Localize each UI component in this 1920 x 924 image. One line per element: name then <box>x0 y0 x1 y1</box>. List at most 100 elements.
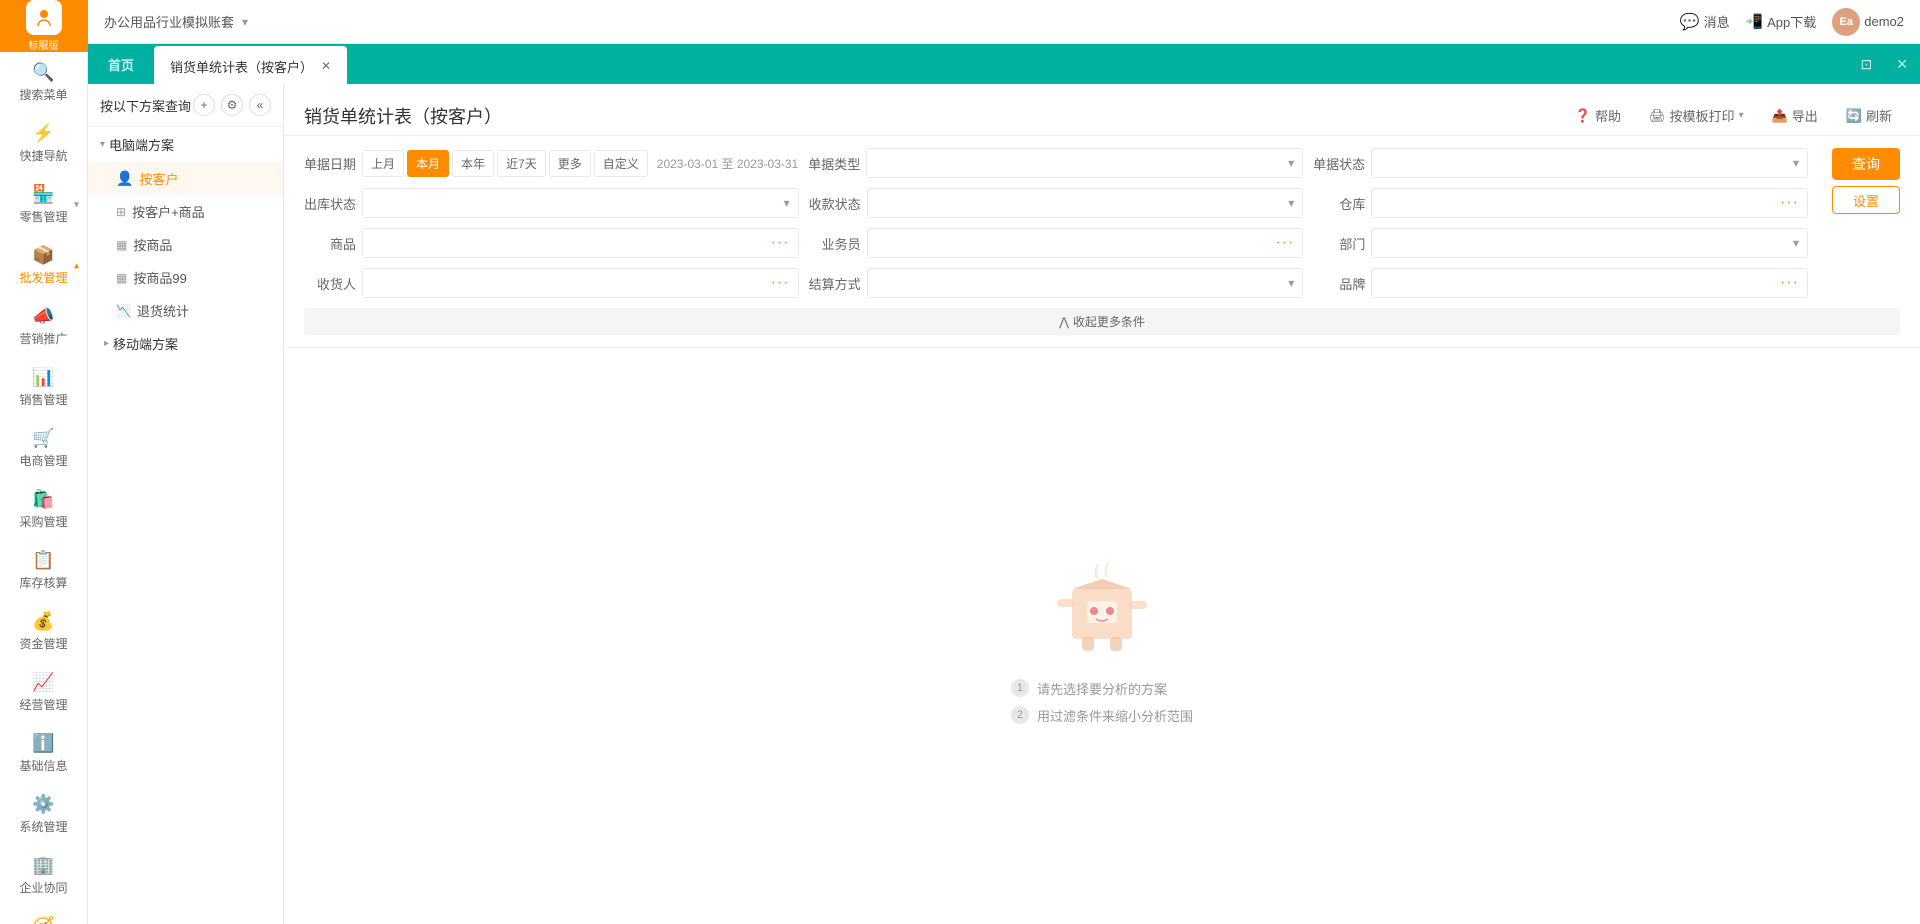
date-filter-cell: 单据日期 上月 本月 本年 近7天 更多 自定义 2023-03-01 至 20… <box>304 150 798 177</box>
sidebar-item-wholesale[interactable]: 📦 批发管理 ▴ <box>0 235 87 296</box>
salesperson-label: 业务员 <box>809 234 861 253</box>
doc-type-select[interactable]: ▾ <box>866 148 1303 178</box>
collapse-bar[interactable]: ⋀ 收起更多条件 <box>304 308 1900 335</box>
sidebar-item-purchase-label: 采购管理 <box>19 513 67 530</box>
sidebar-item-system[interactable]: ⚙️ 系统管理 <box>0 784 87 845</box>
message-btn[interactable]: 💬 消息 <box>1680 12 1730 32</box>
settings-button[interactable]: 设置 <box>1832 186 1900 214</box>
sidebar-item-retail[interactable]: 🏪 零售管理 ▾ <box>0 174 87 235</box>
sidebar-item-search[interactable]: 🔍 搜索菜单 <box>0 52 87 113</box>
date-this-month[interactable]: 本月 <box>407 150 449 177</box>
warehouse-select[interactable]: ··· <box>1371 188 1808 218</box>
by-goods-icon: ▦ <box>116 238 127 252</box>
mobile-section-toggle: ▸ <box>104 338 109 349</box>
sidebar-item-newbie[interactable]: 🧭 新手引导 <box>0 906 87 924</box>
scheme-item-by-customer[interactable]: 👤 按客户 <box>88 162 283 195</box>
date-last-7[interactable]: 近7天 <box>497 150 546 177</box>
collapse-arrow: ⋀ <box>1059 315 1069 329</box>
sidebar-item-marketing[interactable]: 📣 营销推广 <box>0 296 87 357</box>
date-last-month[interactable]: 上月 <box>362 150 404 177</box>
query-button[interactable]: 查询 <box>1832 148 1900 180</box>
tab-home[interactable]: 首页 <box>88 44 154 84</box>
page-header: 销货单统计表（按客户） ❓ 帮助 🖨 按模板打印 ▾ 📤 导出 <box>284 84 1920 136</box>
sidebar-item-ecommerce[interactable]: 🛒 电商管理 <box>0 418 87 479</box>
scheme-item-return-stat[interactable]: 📉 退货统计 <box>88 294 283 327</box>
sidebar-item-basic[interactable]: ℹ️ 基础信息 <box>0 723 87 784</box>
date-more[interactable]: 更多 <box>549 150 591 177</box>
user-profile[interactable]: Ea demo2 <box>1832 8 1904 36</box>
topbar-dropdown-icon[interactable]: ▾ <box>242 15 248 29</box>
tab-close-icon[interactable]: ✕ <box>321 59 331 73</box>
salesperson-cell: 业务员 ··· <box>809 228 1304 258</box>
scheme-item-by-goods[interactable]: ▦ 按商品 <box>88 228 283 261</box>
help-btn[interactable]: ❓ 帮助 <box>1567 102 1629 129</box>
sidebar-item-enterprise[interactable]: 🏢 企业协同 <box>0 845 87 906</box>
settlement-select[interactable]: ▾ <box>867 268 1304 298</box>
doc-type-label: 单据类型 <box>808 154 860 173</box>
wholesale-icon: 📦 <box>32 245 54 266</box>
tab-sales-stat[interactable]: 销货单统计表（按客户） ✕ <box>154 46 347 86</box>
sidebar-item-inventory[interactable]: 📋 库存核算 <box>0 540 87 601</box>
sidebar-item-purchase[interactable]: 🛍️ 采购管理 <box>0 479 87 540</box>
query-btn-group: 查询 设置 <box>1832 148 1900 214</box>
message-label: 消息 <box>1704 12 1730 31</box>
ecommerce-icon: 🛒 <box>32 428 54 449</box>
finance-icon: 💰 <box>32 611 54 632</box>
warehouse-dots: ··· <box>1780 194 1799 212</box>
inventory-icon: 📋 <box>32 550 54 571</box>
salesperson-dots: ··· <box>1275 234 1294 252</box>
scheme-panel-header: 按以下方案查询 + ⚙ « <box>88 84 283 127</box>
brand-select[interactable]: ··· <box>1371 268 1808 298</box>
pay-status-select[interactable]: ▾ <box>867 188 1304 218</box>
sidebar-item-sales-label: 销售管理 <box>19 391 67 408</box>
print-btn[interactable]: 🖨 按模板打印 ▾ <box>1641 102 1752 129</box>
sidebar-item-operations[interactable]: 📈 经营管理 <box>0 662 87 723</box>
date-this-year[interactable]: 本年 <box>452 150 494 177</box>
tab-maximize-btn[interactable]: ⊡ <box>1849 56 1885 73</box>
export-btn[interactable]: 📤 导出 <box>1764 102 1826 129</box>
scheme-add-btn[interactable]: + <box>193 94 215 116</box>
date-quick-btns: 上月 本月 本年 近7天 更多 自定义 2023-03-01 至 2023-03… <box>362 150 798 177</box>
scheme-item-by-goods-99[interactable]: ▦ 按商品99 <box>88 261 283 294</box>
print-icon: 🖨 <box>1649 108 1666 124</box>
goods-select[interactable]: ··· <box>362 228 799 258</box>
avatar: Ea <box>1832 8 1860 36</box>
wholesale-arrow: ▴ <box>74 260 79 271</box>
sidebar-item-shortcut-label: 快捷导航 <box>19 147 67 164</box>
receiver-select[interactable]: ··· <box>362 268 799 298</box>
scheme-section-desktop-header[interactable]: ▾ 电脑端方案 <box>88 127 283 162</box>
refresh-btn[interactable]: 🔄 刷新 <box>1838 102 1900 129</box>
avatar-initials: Ea <box>1840 16 1853 28</box>
date-range-display: 2023-03-01 至 2023-03-31 <box>657 155 798 172</box>
scheme-item-by-customer-goods[interactable]: ⊞ 按客户+商品 <box>88 195 283 228</box>
settlement-label: 结算方式 <box>809 274 861 293</box>
pay-status-label: 收款状态 <box>809 194 861 213</box>
sidebar-item-sales[interactable]: 📊 销售管理 <box>0 357 87 418</box>
pay-status-chevron: ▾ <box>1288 196 1294 210</box>
right-content: 销货单统计表（按客户） ❓ 帮助 🖨 按模板打印 ▾ 📤 导出 <box>284 84 1920 924</box>
desktop-section-toggle: ▾ <box>100 139 105 150</box>
date-custom[interactable]: 自定义 <box>594 150 648 177</box>
warehouse-label: 仓库 <box>1313 194 1365 213</box>
collapse-label: 收起更多条件 <box>1073 313 1145 330</box>
purchase-icon: 🛍️ <box>32 489 54 510</box>
receiver-label: 收货人 <box>304 274 356 293</box>
scheme-collapse-btn[interactable]: « <box>249 94 271 116</box>
sidebar-item-shortcut[interactable]: ⚡ 快捷导航 <box>0 113 87 174</box>
salesperson-select[interactable]: ··· <box>867 228 1304 258</box>
sidebar: 标服版 🔍 搜索菜单 ⚡ 快捷导航 🏪 零售管理 ▾ 📦 批发管理 ▴ 📣 营销… <box>0 0 88 924</box>
scheme-section-mobile-header[interactable]: ▸ 移动端方案 <box>88 327 283 360</box>
app-download-btn[interactable]: 📲 App下载 <box>1746 12 1817 31</box>
tab-close-window-btn[interactable]: ✕ <box>1884 56 1920 73</box>
sidebar-item-finance[interactable]: 💰 资金管理 <box>0 601 87 662</box>
export-label: 导出 <box>1792 106 1818 125</box>
scheme-settings-btn[interactable]: ⚙ <box>221 94 243 116</box>
scheme-panel-title: 按以下方案查询 <box>100 96 191 115</box>
out-status-select[interactable]: ▾ <box>362 188 799 218</box>
tip-text-1: 请先选择要分析的方案 <box>1037 679 1167 698</box>
enterprise-icon: 🏢 <box>32 855 54 876</box>
doc-status-select[interactable]: ▾ <box>1371 148 1808 178</box>
department-select[interactable]: ▾ <box>1371 228 1808 258</box>
scheme-item-by-customer-label: 按客户 <box>139 169 178 188</box>
refresh-label: 刷新 <box>1866 106 1892 125</box>
